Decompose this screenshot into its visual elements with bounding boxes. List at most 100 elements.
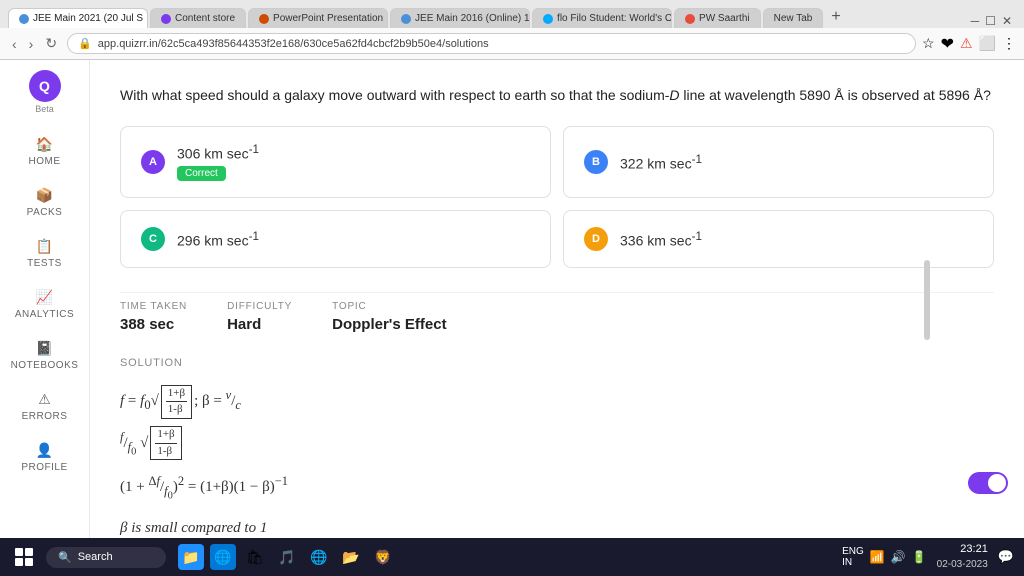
content-area: With what speed should a galaxy move out… [90, 60, 1024, 538]
sidebar-item-label: ERRORS [22, 411, 68, 422]
address-bar: ‹ › ↻ 🔒 app.quizrr.in/62c5ca493f85644353… [0, 28, 1024, 60]
audio-icon[interactable]: 🔊 [891, 550, 906, 564]
back-button[interactable]: ‹ [8, 33, 21, 54]
sidebar-item-errors[interactable]: ⚠ ERRORS [5, 383, 85, 430]
taskbar-right: ENGIN 📶 🔊 🔋 23:21 02-03-2023 💬 [842, 542, 1014, 571]
chrome-icon: 🌐 [310, 549, 327, 566]
math-line-2: f/f0 √1+β1-β [120, 425, 994, 463]
bookmark-icon[interactable]: ☆ [922, 35, 935, 52]
taskbar-store[interactable]: 🛍 [242, 544, 268, 570]
sidebar-item-label: PROFILE [21, 462, 67, 473]
wifi-icon[interactable]: 📶 [870, 550, 885, 564]
taskbar-apps: 📁 🌐 🛍 🎵 🌐 📂 🦁 [178, 544, 396, 570]
tab-label: JEE Main 2021 (20 Jul S [33, 13, 143, 24]
option-d[interactable]: D 336 km sec-1 [563, 210, 994, 268]
sidebar-item-profile[interactable]: 👤 PROFILE [5, 434, 85, 481]
errors-icon: ⚠ [38, 391, 51, 408]
forward-button[interactable]: › [25, 33, 38, 54]
browser-tabs: JEE Main 2021 (20 Jul S ✕ Content store … [0, 0, 1024, 28]
toggle-switch[interactable] [968, 472, 1008, 494]
taskbar-edge[interactable]: 🌐 [210, 544, 236, 570]
tab-label: New Tab [774, 13, 813, 24]
files-icon: 📂 [342, 549, 359, 566]
profile-nav-icon: 👤 [36, 442, 53, 459]
alert-icon[interactable]: ⚠ [960, 35, 973, 52]
sidebar-item-packs[interactable]: 📦 PACKS [5, 179, 85, 226]
taskbar-explorer[interactable]: 📁 [178, 544, 204, 570]
toggle-knob [988, 474, 1006, 492]
tab-powerpoint[interactable]: PowerPoint Presentation [248, 8, 388, 28]
option-b[interactable]: B 322 km sec-1 [563, 126, 994, 198]
new-tab-button[interactable]: + [825, 6, 846, 28]
reload-button[interactable]: ↻ [41, 33, 61, 54]
explorer-icon: 📁 [182, 549, 199, 566]
toggle-container [968, 472, 1008, 494]
tab-favicon [161, 14, 171, 24]
url-text[interactable]: app.quizrr.in/62c5ca493f85644353f2e168/6… [98, 38, 489, 50]
search-icon: 🔍 [58, 551, 72, 564]
option-c[interactable]: C 296 km sec-1 [120, 210, 551, 268]
home-icon: 🏠 [36, 136, 53, 153]
tab-favicon [259, 14, 269, 24]
logo-icon: Q [29, 70, 61, 102]
tab-new[interactable]: New Tab [763, 8, 824, 28]
extensions-icon[interactable]: ⬜ [979, 35, 996, 52]
profile-icon[interactable]: ❤ [941, 34, 954, 54]
start-button[interactable] [10, 543, 38, 571]
tab-jee-2016[interactable]: JEE Main 2016 (Online) 10: [390, 8, 530, 28]
sidebar-item-label: TESTS [27, 258, 62, 269]
sidebar-item-analytics[interactable]: 📈 ANALYTICS [5, 281, 85, 328]
address-input[interactable]: 🔒 app.quizrr.in/62c5ca493f85644353f2e168… [67, 33, 916, 54]
tab-favicon [401, 14, 411, 24]
tab-label: flo Filo Student: World's Only [557, 13, 672, 24]
taskbar-brave[interactable]: 🦁 [370, 544, 396, 570]
tab-filo[interactable]: flo Filo Student: World's Only [532, 8, 672, 28]
scrollbar[interactable] [924, 260, 930, 340]
time-taken-label: TIME TAKEN [120, 301, 187, 312]
tab-label: Content store [175, 13, 235, 24]
solution-content: f = f0√1+β1-β; β = v/c f/f0 √1+β1-β (1 +… [120, 383, 994, 538]
battery-icon[interactable]: 🔋 [912, 550, 927, 564]
option-d-text: 336 km sec-1 [620, 230, 702, 249]
sidebar-item-label: PACKS [27, 207, 63, 218]
taskbar-chrome[interactable]: 🌐 [306, 544, 332, 570]
taskbar-clock: 23:21 02-03-2023 [937, 542, 988, 571]
topic-label: TOPIC [332, 301, 446, 312]
sidebar-item-tests[interactable]: 📋 TESTS [5, 230, 85, 277]
tab-label: PW Saarthi [699, 13, 750, 24]
notifications-icon[interactable]: 💬 [998, 549, 1014, 565]
tab-favicon [543, 14, 553, 24]
math-line-3: (1 + Δf/f0)2 = (1+β)(1 − β)−1 [120, 469, 994, 507]
tab-content-store[interactable]: Content store [150, 8, 246, 28]
option-c-value: 296 km sec-1 [177, 230, 259, 249]
tab-jee-main[interactable]: JEE Main 2021 (20 Jul S ✕ [8, 8, 148, 28]
spotify-icon: 🎵 [278, 549, 295, 566]
tab-favicon [685, 14, 695, 24]
option-circle-b: B [584, 150, 608, 174]
minimize-button[interactable]: ─ [971, 14, 980, 28]
tab-label: PowerPoint Presentation [273, 13, 383, 24]
sidebar-item-notebooks[interactable]: 📓 NOTEBOOKS [5, 332, 85, 379]
taskbar-spotify[interactable]: 🎵 [274, 544, 300, 570]
option-a-text: 306 km sec-1 Correct [177, 143, 259, 181]
app-body: Q Beta 🏠 HOME 📦 PACKS 📋 TESTS 📈 ANALYTIC… [0, 60, 1024, 538]
menu-icon[interactable]: ⋮ [1002, 35, 1016, 52]
taskbar-search[interactable]: 🔍 Search [46, 547, 166, 568]
option-b-text: 322 km sec-1 [620, 153, 702, 172]
maximize-button[interactable]: ☐ [985, 14, 996, 28]
analytics-icon: 📈 [36, 289, 53, 306]
option-a[interactable]: A 306 km sec-1 Correct [120, 126, 551, 198]
question-text: With what speed should a galaxy move out… [120, 84, 994, 106]
difficulty-label: DIFFICULTY [227, 301, 292, 312]
sidebar-item-home[interactable]: 🏠 HOME [5, 128, 85, 175]
beta-label: Beta [35, 104, 54, 114]
tab-pw[interactable]: PW Saarthi [674, 8, 761, 28]
time-taken-value: 388 sec [120, 316, 187, 333]
solution-section: SOLUTION f = f0√1+β1-β; β = v/c f/f0 √1+… [120, 357, 994, 538]
solution-label: SOLUTION [120, 357, 994, 369]
option-d-value: 336 km sec-1 [620, 230, 702, 249]
option-a-value: 306 km sec-1 [177, 143, 259, 162]
option-circle-d: D [584, 227, 608, 251]
close-button[interactable]: ✕ [1002, 14, 1012, 28]
taskbar-files[interactable]: 📂 [338, 544, 364, 570]
